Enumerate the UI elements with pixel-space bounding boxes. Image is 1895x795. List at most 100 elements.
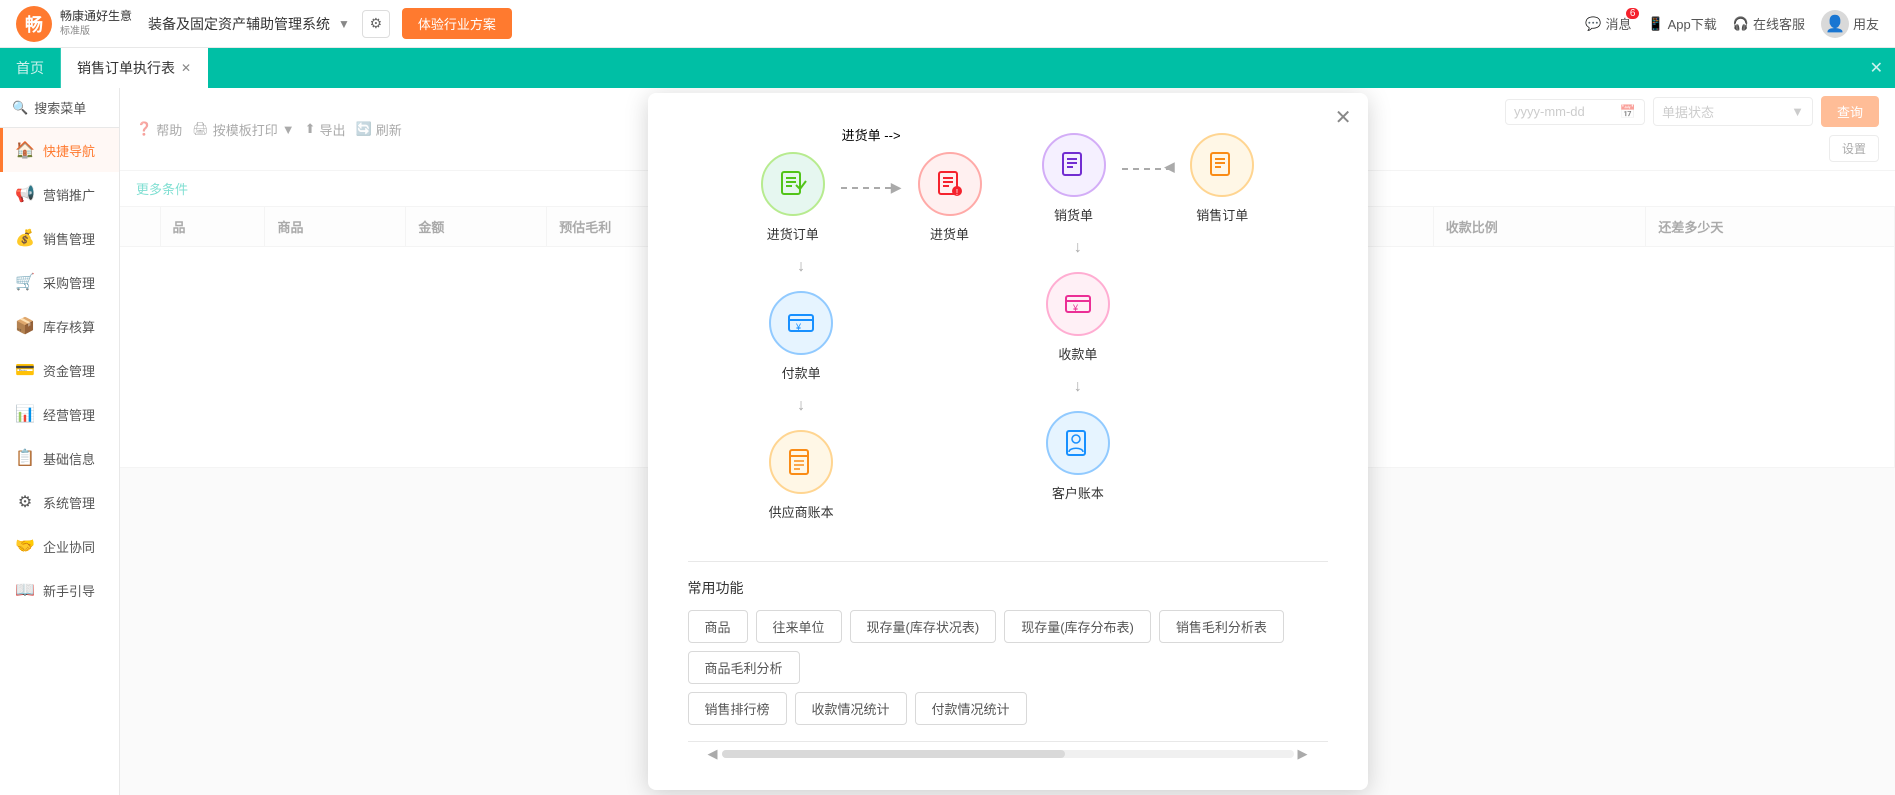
sidebar-item-business[interactable]: 📊 经营管理 [0,392,119,436]
system-title-text: 装备及固定资产辅助管理系统 [148,14,330,34]
sidebar-label-inventory: 库存核算 [43,317,95,336]
top-header: 畅 畅康通好生意 标准版 装备及固定资产辅助管理系统 ▼ ⚙ 体验行业方案 💬 … [0,0,1895,48]
arrow-purchase-bill-down: ↓ [797,251,805,283]
purchase-order-icon [761,152,825,216]
node-purchase-order[interactable]: 进货订单 [761,152,825,243]
sidebar-item-basic[interactable]: 📋 基础信息 [0,436,119,480]
node-receipt[interactable]: ¥ 收款单 [1046,264,1110,371]
btn-stock-status[interactable]: 现存量(库存状况表) [850,610,997,643]
btn-sales-margin[interactable]: 销售毛利分析表 [1159,610,1284,643]
user-menu[interactable]: 👤 用友 [1821,10,1879,38]
basic-icon: 📋 [15,448,35,468]
sidebar-item-sales[interactable]: 💰 销售管理 [0,216,119,260]
receipt-icon: ¥ [1046,272,1110,336]
scroll-right-arrow[interactable]: ▶ [1294,746,1312,762]
purchase-bill-icon: ! [918,152,982,216]
sidebar-item-finance[interactable]: 💳 资金管理 [0,348,119,392]
arrow-purchase-to-bill: ▶ [841,179,902,216]
message-badge: 6 [1626,8,1640,19]
sidebar-label-guide: 新手引导 [43,581,95,600]
scroll-thumb [722,750,1065,758]
sidebar-label-purchase: 采购管理 [43,273,95,292]
sidebar-label-finance: 资金管理 [43,361,95,380]
tab-bar: 首页 销售订单执行表 ✕ ✕ [0,48,1895,88]
node-customer-ledger[interactable]: 客户账本 [1046,403,1110,510]
node-supplier-ledger[interactable]: 供应商账本 [769,422,834,529]
sales-order-label: 销售订单 [1196,205,1248,224]
btn-payment-stats[interactable]: 付款情况统计 [915,692,1027,725]
sidebar-item-marketing[interactable]: 📢 营销推广 [0,172,119,216]
sidebar-item-inventory[interactable]: 📦 库存核算 [0,304,119,348]
node-sales-bill[interactable]: 销货单 [1042,133,1106,224]
sidebar-search-label: 搜索菜单 [34,98,86,117]
system-dropdown-icon[interactable]: ▼ [338,17,350,31]
tab-bar-close-button[interactable]: ✕ [1870,58,1883,78]
scroll-left-arrow[interactable]: ◀ [704,746,722,762]
guide-icon: 📖 [15,580,35,600]
sidebar-item-purchase[interactable]: 🛒 采购管理 [0,260,119,304]
sales-bill-icon [1042,133,1106,197]
sidebar-search[interactable]: 🔍 搜索菜单 [0,88,119,128]
customer-ledger-label: 客户账本 [1052,483,1104,502]
finance-icon: 💳 [15,360,35,380]
tab-home[interactable]: 首页 [0,48,61,88]
user-name: 用友 [1853,14,1879,33]
receipt-svg: ¥ [1063,289,1093,319]
sales-order-svg [1207,150,1237,180]
btn-stock-dist[interactable]: 现存量(库存分布表) [1004,610,1151,643]
purchase-order-label: 进货订单 [767,224,819,243]
sidebar-label-system: 系统管理 [43,493,95,512]
download-icon: 📱 [1647,16,1663,32]
business-icon: 📊 [15,404,35,424]
message-button[interactable]: 💬 消息 6 [1585,14,1631,33]
modal-box: ✕ 进货单 --> [648,93,1368,790]
header-right: 💬 消息 6 📱 App下载 🎧 在线客服 👤 用友 [1585,10,1879,38]
purchase-bill-label: 进货单 [930,224,969,243]
app-download-button[interactable]: 📱 App下载 [1647,14,1716,33]
payment-svg: ¥ [786,308,816,338]
sidebar-label-quick-nav: 快捷导航 [43,141,95,160]
tab-sales-order-label: 销售订单执行表 [77,58,175,78]
sidebar-item-system[interactable]: ⚙ 系统管理 [0,480,119,524]
tab-close-icon[interactable]: ✕ [181,61,191,75]
online-service-label: 在线客服 [1753,14,1805,33]
logo-main-text: 畅康通好生意 [60,9,132,25]
common-functions-section: 常用功能 商品 往来单位 现存量(库存状况表) 现存量(库存分布表) 销售毛利分… [688,561,1328,725]
arrow-receipt-down: ↓ [1074,371,1082,403]
node-purchase-bill[interactable]: ! 进货单 [918,152,982,243]
sidebar-item-collab[interactable]: 🤝 企业协同 [0,524,119,568]
common-functions-title: 常用功能 [688,578,1328,598]
purchase-order-svg [778,169,808,199]
sidebar-label-business: 经营管理 [43,405,95,424]
online-service-button[interactable]: 🎧 在线客服 [1733,14,1805,33]
receipt-label: 收款单 [1058,344,1097,363]
modal-overlay: ✕ 进货单 --> [120,88,1895,795]
trial-button[interactable]: 体验行业方案 [402,8,512,39]
arrow-sales-order-to-bill: ▶ [1122,160,1175,197]
quick-nav-icon: 🏠 [15,140,35,160]
sales-bill-svg [1059,150,1089,180]
btn-receipt-stats[interactable]: 收款情况统计 [795,692,907,725]
svg-text:!: ! [955,188,957,197]
system-icon: ⚙ [15,492,35,512]
btn-goods-margin[interactable]: 商品毛利分析 [688,651,800,684]
sidebar-label-basic: 基础信息 [43,449,95,468]
sales-order-icon [1190,133,1254,197]
supplier-ledger-svg [786,447,816,477]
sidebar-label-collab: 企业协同 [43,537,95,556]
btn-partner[interactable]: 往来单位 [756,610,842,643]
message-icon: 💬 [1585,16,1601,32]
sidebar-item-quick-nav[interactable]: 🏠 快捷导航 [0,128,119,172]
purchase-icon: 🛒 [15,272,35,292]
btn-sales-rank[interactable]: 销售排行榜 [688,692,787,725]
sidebar-item-guide[interactable]: 📖 新手引导 [0,568,119,612]
btn-goods[interactable]: 商品 [688,610,748,643]
gear-button[interactable]: ⚙ [362,10,390,38]
node-payment[interactable]: ¥ 付款单 [769,283,833,390]
service-icon: 🎧 [1733,16,1749,32]
svg-text:¥: ¥ [1072,303,1079,313]
scroll-bar[interactable] [722,750,1294,758]
tab-sales-order[interactable]: 销售订单执行表 ✕ [61,48,208,88]
node-sales-order[interactable]: 销售订单 [1190,133,1254,224]
modal-close-button[interactable]: ✕ [1335,105,1352,130]
